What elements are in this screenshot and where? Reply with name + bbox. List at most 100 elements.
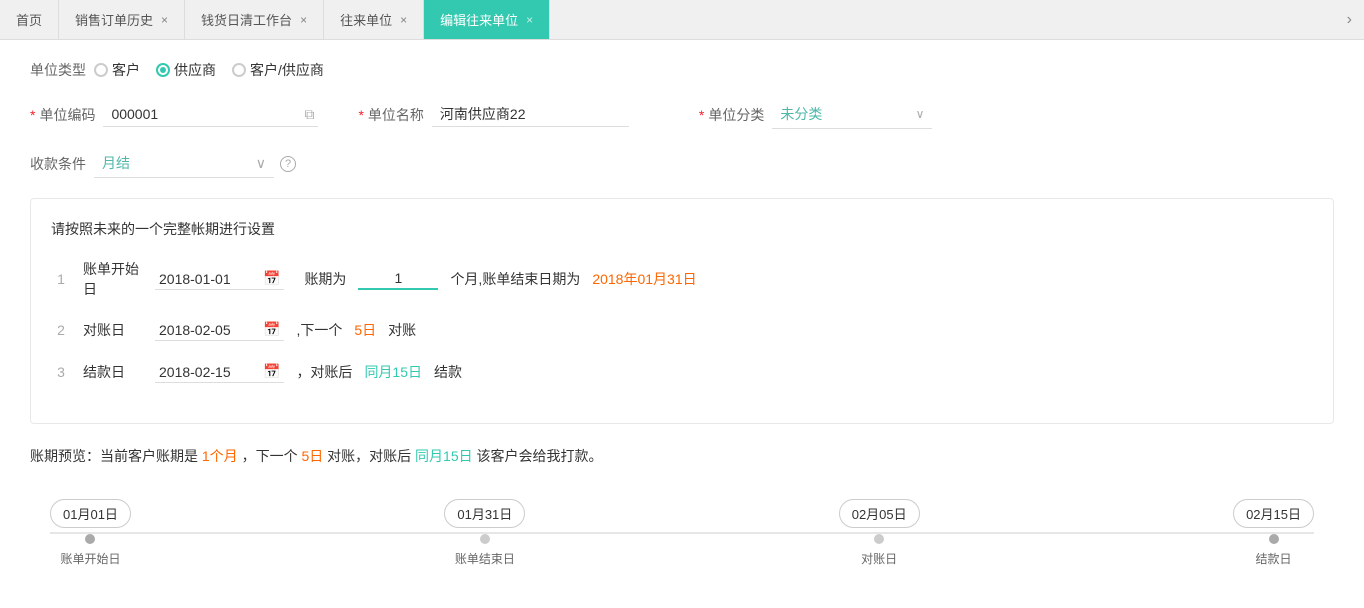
code-required-star: * (30, 107, 35, 123)
preview-part2: ，下一个 (242, 448, 298, 464)
timeline-label-2: 对账日 (861, 550, 897, 567)
radio-customer[interactable]: 客户 (94, 60, 140, 80)
preview-day: 5日 (301, 448, 323, 464)
payment-row: 收款条件 月结 ∨ ? (30, 149, 1334, 178)
tab-cashflow-close[interactable]: × (300, 13, 307, 27)
tab-sales-history[interactable]: 销售订单历史 × (59, 0, 185, 39)
timeline-point-2: 02月05日 对账日 (839, 499, 920, 567)
start-date-input[interactable] (159, 271, 259, 287)
timeline-dot-0 (85, 534, 95, 544)
tab-cashflow[interactable]: 钱货日清工作台 × (185, 0, 324, 39)
unit-category-field: * 单位分类 未分类 ∨ (699, 100, 932, 129)
copy-icon[interactable]: ⧉ (300, 106, 318, 123)
start-date-cal-icon[interactable]: 📅 (263, 270, 280, 287)
preview-text: 账期预览：当前客户账期是 1个月 ，下一个 5日 对账，对账后 同月15日 该客… (30, 444, 1334, 469)
preview-suffix: 该客户会给我打款。 (477, 448, 603, 464)
timeline-label-1: 账单结束日 (455, 550, 515, 567)
tab-partners-close[interactable]: × (400, 13, 407, 27)
timeline-point-3: 02月15日 结款日 (1233, 499, 1314, 567)
preview-part4: 对账，对账后 (327, 448, 411, 464)
unit-category-value: 未分类 (780, 104, 915, 124)
payment-select[interactable]: 月结 ∨ (94, 149, 274, 178)
payment-value: 月结 (102, 153, 252, 173)
payment-date-suffix: 结款 (434, 362, 462, 382)
timeline-dot-2 (874, 534, 884, 544)
tab-edit-label: 编辑往来单位 (440, 10, 518, 29)
unit-category-select[interactable]: 未分类 ∨ (772, 100, 932, 129)
preview-sameday: 同月15日 (415, 448, 473, 464)
unit-category-label: 单位分类 (708, 105, 764, 125)
reconcile-prefix: ,下一个 (296, 320, 342, 340)
tab-sales-close[interactable]: × (161, 13, 168, 27)
timeline-date-3: 02月15日 (1233, 499, 1314, 528)
main-content: 单位类型 客户 供应商 客户/供应商 * 单位编码 (0, 40, 1364, 608)
unit-code-input-wrap: ⧉ (103, 102, 318, 127)
tab-more-button[interactable]: › (1335, 11, 1364, 29)
unit-type-label: 单位类型 (30, 60, 86, 80)
reconcile-date-input[interactable] (159, 322, 259, 338)
timeline-label-3: 结款日 (1256, 550, 1292, 567)
period-settings-title: 请按照未来的一个完整帐期进行设置 (51, 219, 1313, 239)
reconcile-date-cal-icon[interactable]: 📅 (263, 321, 280, 338)
start-date-wrap: 📅 (155, 268, 284, 290)
period-num-3: 3 (51, 364, 71, 380)
timeline-date-2: 02月05日 (839, 499, 920, 528)
timeline-dot-3 (1269, 534, 1279, 544)
tab-bar: 首页 销售订单历史 × 钱货日清工作台 × 往来单位 × 编辑往来单位 × › (0, 0, 1364, 40)
reconcile-suffix: 对账 (388, 320, 416, 340)
unit-name-input[interactable] (432, 102, 629, 127)
period-num-2: 2 (51, 322, 71, 338)
preview-prefix: 账期预览：当前客户账期是 (30, 448, 198, 464)
help-icon[interactable]: ? (280, 156, 296, 172)
timeline-dot-1 (480, 534, 490, 544)
unit-type-row: 单位类型 客户 供应商 客户/供应商 (30, 60, 1334, 80)
payment-date-wrap: 📅 (155, 361, 284, 383)
tab-home[interactable]: 首页 (0, 0, 59, 39)
preview-months: 1个月 (202, 448, 238, 464)
tab-partners[interactable]: 往来单位 × (324, 0, 424, 39)
period-label-1: 账单开始日 (83, 259, 143, 299)
reconcile-date-wrap: 📅 (155, 319, 284, 341)
radio-supplier[interactable]: 供应商 (156, 60, 216, 80)
payment-label: 收款条件 (30, 154, 86, 174)
timeline-point-0: 01月01日 账单开始日 (50, 499, 131, 567)
unit-type-field: 单位类型 客户 供应商 客户/供应商 (30, 60, 324, 80)
cat-required-star: * (699, 107, 704, 123)
tab-edit-close[interactable]: × (526, 13, 533, 27)
radio-customer-circle (94, 63, 108, 77)
radio-both[interactable]: 客户/供应商 (232, 60, 324, 80)
period-num-1: 1 (51, 271, 71, 287)
tab-cashflow-label: 钱货日清工作台 (201, 10, 292, 29)
unit-type-radio-group: 客户 供应商 客户/供应商 (94, 60, 324, 80)
period-row-2: 2 对账日 📅 ,下一个 5日 对账 (51, 319, 1313, 341)
timeline-point-1: 01月31日 账单结束日 (444, 499, 525, 567)
payment-date-cal-icon[interactable]: 📅 (263, 363, 280, 380)
category-dropdown-arrow: ∨ (916, 107, 925, 121)
tab-sales-label: 销售订单历史 (75, 10, 153, 29)
tab-edit-partner[interactable]: 编辑往来单位 × (424, 0, 550, 39)
tab-partners-label: 往来单位 (340, 10, 392, 29)
timeline-label-0: 账单开始日 (60, 550, 120, 567)
period-months-input[interactable] (358, 268, 438, 290)
radio-supplier-circle (156, 63, 170, 77)
timeline-date-0: 01月01日 (50, 499, 131, 528)
unit-name-label: 单位名称 (368, 105, 424, 125)
timeline-points: 01月01日 账单开始日 01月31日 账单结束日 02月05日 对账日 02月… (50, 499, 1314, 567)
radio-supplier-label: 供应商 (174, 60, 216, 80)
payment-field: 收款条件 月结 ∨ ? (30, 149, 296, 178)
radio-both-circle (232, 63, 246, 77)
radio-customer-label: 客户 (112, 60, 140, 80)
timeline-date-1: 01月31日 (444, 499, 525, 528)
unit-code-input[interactable] (103, 102, 300, 126)
period-label-3: 结款日 (83, 362, 143, 382)
payment-date-prefix: ，对账后 (296, 362, 352, 382)
period-end-date: 2018年01月31日 (592, 269, 696, 289)
period-for-label: 账期为 (304, 269, 346, 289)
period-row-1: 1 账单开始日 📅 账期为 个月,账单结束日期为 2018年01月31日 (51, 259, 1313, 299)
unit-code-field: * 单位编码 ⧉ (30, 102, 318, 127)
payment-date-input[interactable] (159, 364, 259, 380)
reconcile-day-highlight: 5日 (354, 320, 376, 340)
timeline: 01月01日 账单开始日 01月31日 账单结束日 02月05日 对账日 02月… (30, 489, 1334, 577)
payment-day-highlight: 同月15日 (364, 362, 422, 382)
payment-dropdown-arrow: ∨ (256, 155, 266, 172)
